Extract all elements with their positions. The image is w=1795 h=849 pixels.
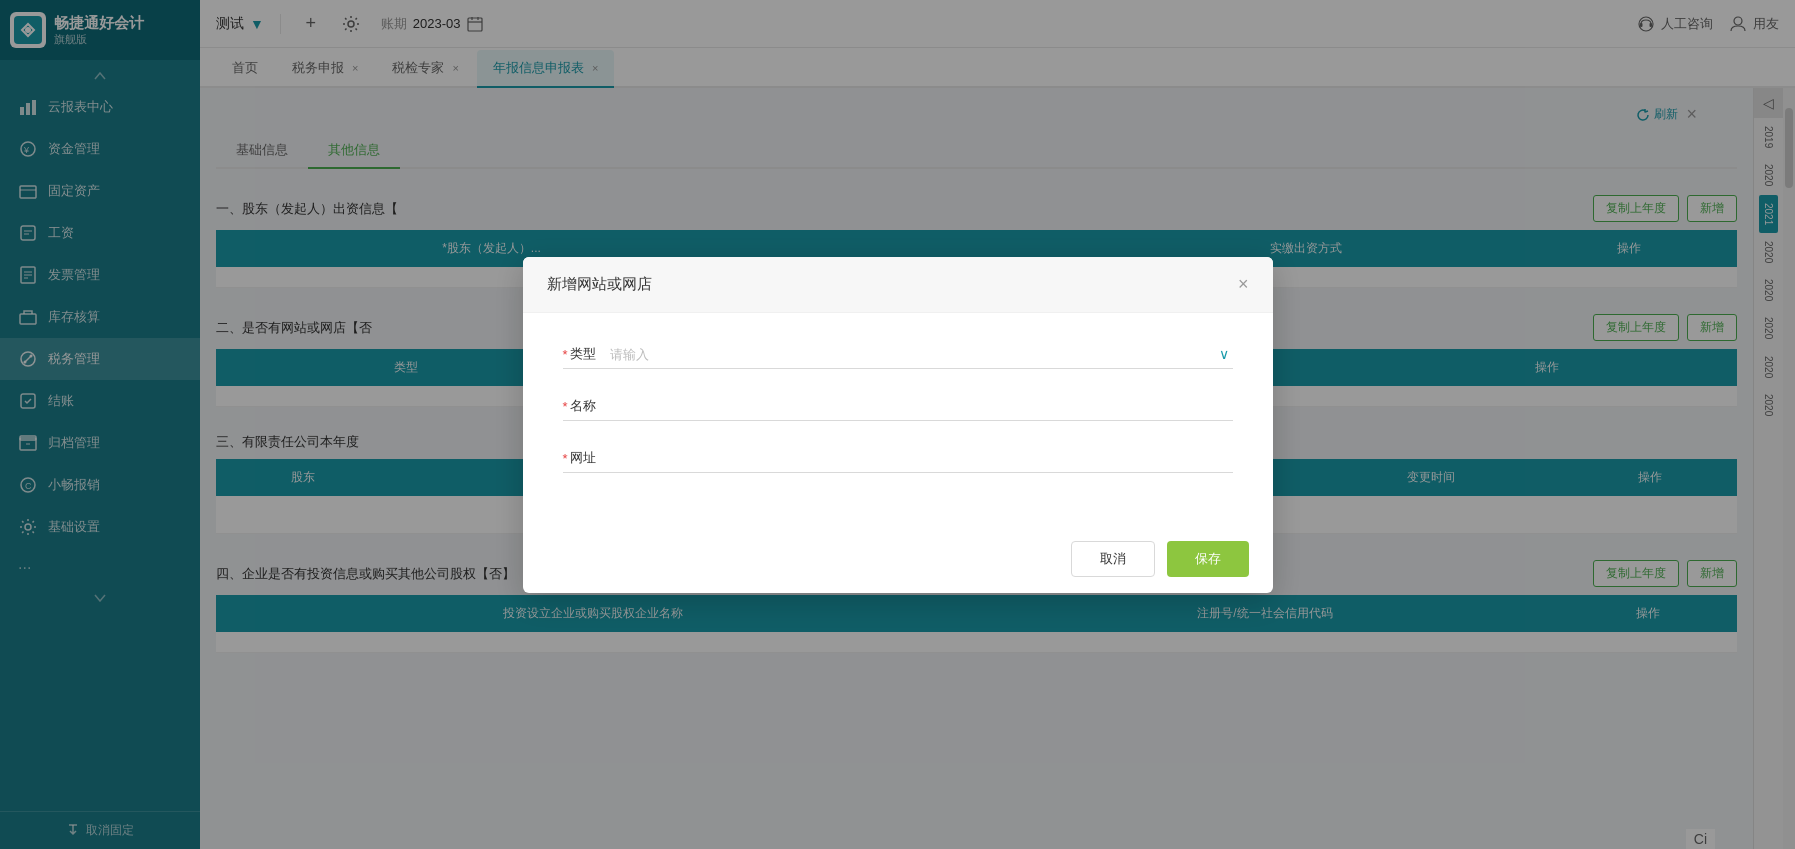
url-required-mark: *: [563, 451, 568, 466]
type-field: * 类型 ∨: [563, 341, 1233, 369]
modal-close-button[interactable]: ×: [1238, 275, 1249, 293]
type-input-wrap: * 类型 ∨: [563, 341, 1233, 369]
type-label: 类型: [570, 345, 596, 363]
cancel-button[interactable]: 取消: [1071, 541, 1155, 577]
name-input-wrap: * 名称: [563, 393, 1233, 421]
type-input[interactable]: [608, 341, 1233, 368]
modal-overlay[interactable]: 新增网站或网店 × * 类型 ∨ * 名称: [0, 0, 1795, 849]
modal-footer: 取消 保存: [523, 525, 1273, 593]
name-label: 名称: [570, 397, 596, 415]
type-required-mark: *: [563, 347, 568, 362]
add-website-modal: 新增网站或网店 × * 类型 ∨ * 名称: [523, 257, 1273, 593]
url-input[interactable]: [608, 445, 1233, 472]
url-label: 网址: [570, 449, 596, 467]
modal-body: * 类型 ∨ * 名称 * 网址: [523, 313, 1273, 525]
modal-header: 新增网站或网店 ×: [523, 257, 1273, 313]
url-input-wrap: * 网址: [563, 445, 1233, 473]
modal-title: 新增网站或网店: [547, 275, 652, 294]
type-dropdown-icon[interactable]: ∨: [1219, 346, 1229, 362]
name-required-mark: *: [563, 399, 568, 414]
url-field: * 网址: [563, 445, 1233, 473]
save-button[interactable]: 保存: [1167, 541, 1249, 577]
name-field: * 名称: [563, 393, 1233, 421]
name-input[interactable]: [608, 393, 1233, 420]
